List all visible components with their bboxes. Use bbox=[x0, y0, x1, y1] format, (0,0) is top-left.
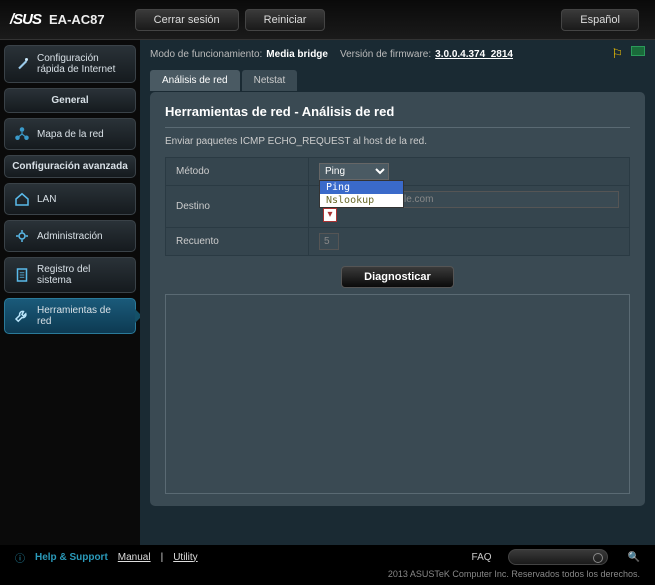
sidebar-admin-label: Administración bbox=[37, 231, 103, 242]
wrench-icon bbox=[13, 307, 31, 325]
help-link[interactable]: Help & Support bbox=[35, 552, 108, 563]
fw-label: Versión de firmware: bbox=[340, 49, 431, 60]
panel-desc: Enviar paquetes ICMP ECHO_REQUEST al hos… bbox=[165, 136, 630, 147]
sidebar-item-networkmap[interactable]: Mapa de la red bbox=[4, 118, 136, 150]
warning-icon[interactable]: ⚐ bbox=[611, 46, 623, 62]
sidebar-lan-label: LAN bbox=[37, 194, 56, 205]
connection-icon[interactable] bbox=[631, 46, 645, 56]
sidebar-syslog-label: Registro del sistema bbox=[37, 264, 127, 286]
sidebar-item-qis[interactable]: Configuración rápida de Internet bbox=[4, 45, 136, 83]
app-header: /SUS EA-AC87 Cerrar sesión Reiniciar Esp… bbox=[0, 0, 655, 40]
count-label: Recuento bbox=[166, 228, 309, 256]
main-area: Configuración rápida de Internet General… bbox=[0, 40, 655, 545]
sidebar-item-syslog[interactable]: Registro del sistema bbox=[4, 257, 136, 293]
home-icon bbox=[13, 190, 31, 208]
analysis-panel: Herramientas de red - Análisis de red En… bbox=[150, 92, 645, 506]
sidebar: Configuración rápida de Internet General… bbox=[0, 40, 140, 545]
dest-dropdown-icon[interactable]: ▾ bbox=[323, 208, 337, 222]
copyright: 2013 ASUSTeK Computer Inc. Reservados to… bbox=[15, 569, 640, 579]
dest-input[interactable] bbox=[399, 191, 619, 208]
tab-netanalysis[interactable]: Análisis de red bbox=[150, 70, 240, 91]
document-icon bbox=[13, 266, 31, 284]
count-input[interactable] bbox=[319, 233, 339, 250]
status-bar: Modo de funcionamiento: Media bridge Ver… bbox=[150, 46, 645, 62]
sidebar-heading-advanced: Configuración avanzada bbox=[4, 155, 136, 178]
output-box bbox=[165, 294, 630, 494]
tab-bar: Análisis de red Netstat bbox=[150, 70, 645, 91]
gear-icon bbox=[13, 227, 31, 245]
utility-link[interactable]: Utility bbox=[173, 552, 197, 563]
networkmap-icon bbox=[13, 125, 31, 143]
sidebar-heading-general[interactable]: General bbox=[4, 88, 136, 113]
faq-link[interactable]: FAQ bbox=[472, 552, 492, 563]
sidebar-netmap-label: Mapa de la red bbox=[37, 129, 104, 140]
reboot-button[interactable]: Reiniciar bbox=[245, 9, 326, 31]
method-option-ping[interactable]: Ping bbox=[320, 181, 403, 194]
sidebar-nettools-label: Herramientas de red bbox=[37, 305, 127, 327]
method-option-nslookup[interactable]: Nslookup bbox=[320, 194, 403, 207]
panel-title: Herramientas de red - Análisis de red bbox=[165, 104, 630, 128]
diagnose-button[interactable]: Diagnosticar bbox=[341, 266, 454, 288]
mode-label: Modo de funcionamiento: bbox=[150, 49, 262, 60]
form-table: Método Ping Ping Nslookup Destino bbox=[165, 157, 630, 256]
fw-value[interactable]: 3.0.0.4.374_2814 bbox=[435, 49, 513, 60]
dest-label: Destino bbox=[166, 186, 309, 228]
brand-logo: /SUS bbox=[10, 11, 41, 28]
content-panel: Modo de funcionamiento: Media bridge Ver… bbox=[140, 40, 655, 545]
sidebar-item-lan[interactable]: LAN bbox=[4, 183, 136, 215]
footer: ⓘ Help & Support Manual | Utility FAQ 🔍 … bbox=[0, 545, 655, 585]
language-button[interactable]: Español bbox=[561, 9, 639, 31]
method-label: Método bbox=[166, 158, 309, 186]
wand-icon bbox=[13, 55, 31, 73]
search-input[interactable] bbox=[508, 549, 608, 565]
mode-value: Media bridge bbox=[266, 49, 328, 60]
search-icon[interactable]: 🔍 bbox=[628, 552, 640, 563]
help-icon: ⓘ bbox=[15, 550, 25, 565]
manual-link[interactable]: Manual bbox=[118, 552, 151, 563]
tab-netstat[interactable]: Netstat bbox=[242, 70, 298, 91]
sidebar-item-nettools[interactable]: Herramientas de red bbox=[4, 298, 136, 334]
sidebar-qis-label: Configuración rápida de Internet bbox=[37, 53, 127, 75]
model-name: EA-AC87 bbox=[49, 12, 105, 27]
sidebar-item-admin[interactable]: Administración bbox=[4, 220, 136, 252]
method-dropdown: Ping Nslookup bbox=[319, 180, 404, 208]
logout-button[interactable]: Cerrar sesión bbox=[135, 9, 239, 31]
method-select[interactable]: Ping bbox=[319, 163, 389, 180]
